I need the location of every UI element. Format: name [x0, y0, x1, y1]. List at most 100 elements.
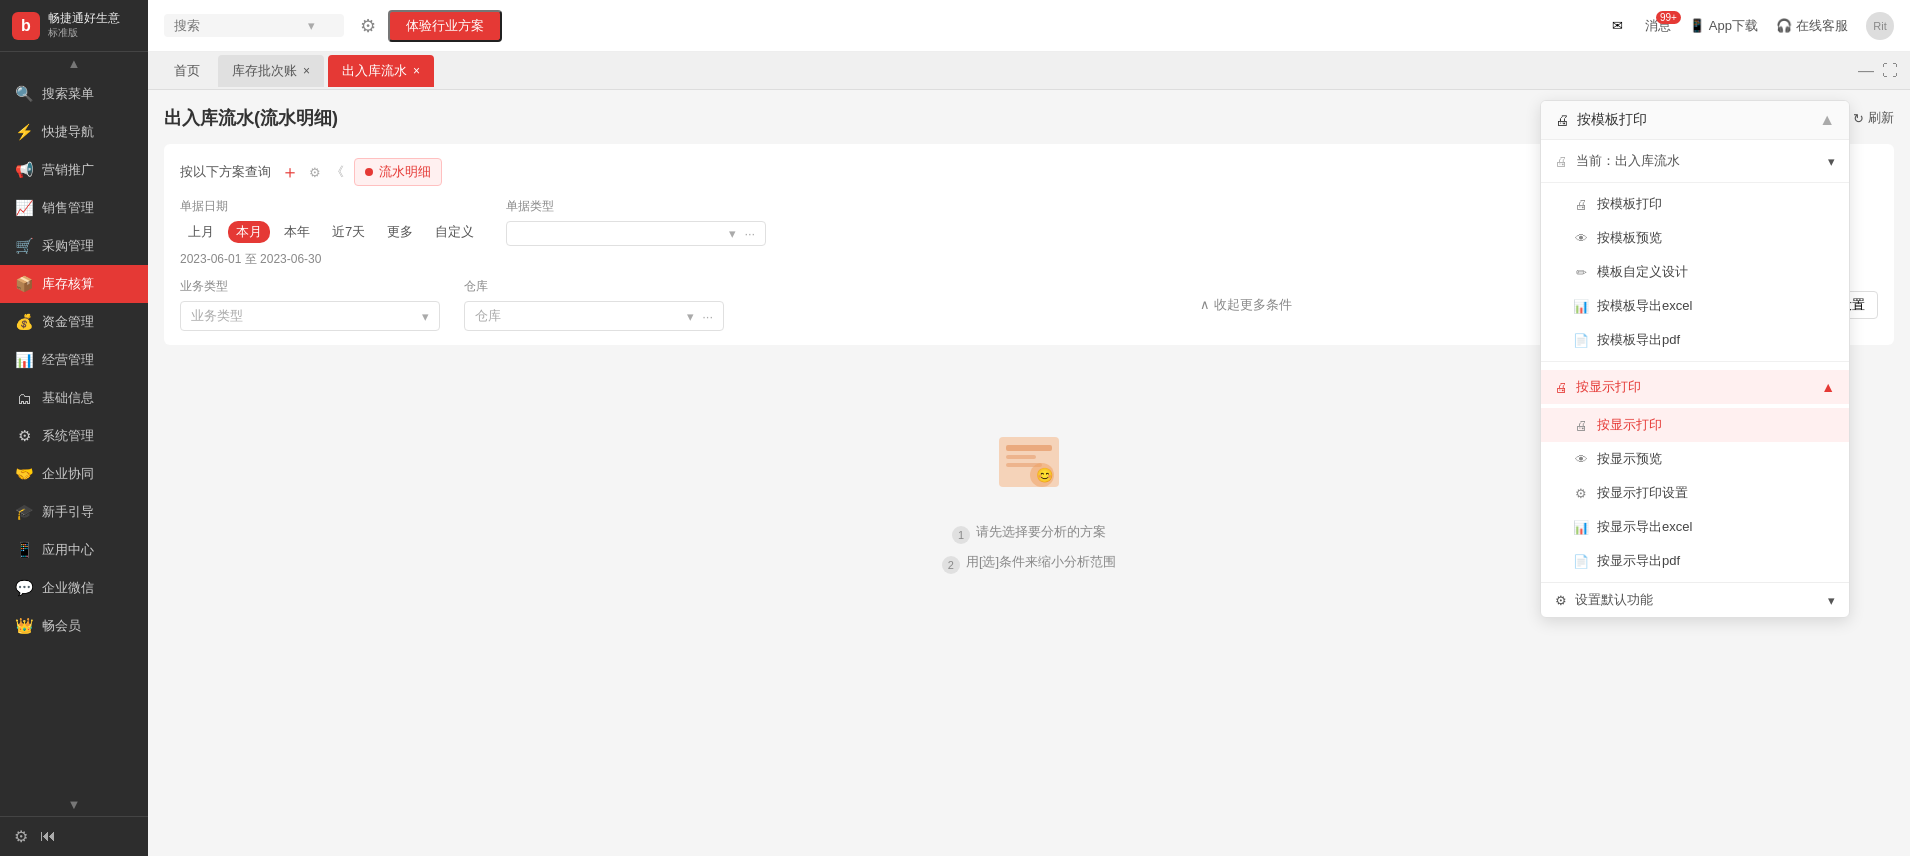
minimize-icon[interactable]: — — [1858, 62, 1874, 80]
warehouse-dropdown[interactable]: 仓库 ▾ ··· — [464, 301, 724, 331]
tab-batch-close-icon[interactable]: × — [303, 64, 310, 78]
date-opt-7days[interactable]: 近7天 — [324, 221, 373, 243]
voucher-type-chevron-icon: ▾ — [729, 226, 736, 241]
dp-current-icon: 🖨 — [1555, 154, 1568, 169]
sidebar-item-finance[interactable]: 💰 资金管理 — [0, 303, 148, 341]
dp-item-template-pdf[interactable]: 📄 按模板导出pdf — [1541, 323, 1849, 357]
date-opt-custom[interactable]: 自定义 — [427, 221, 482, 243]
online-service-btn[interactable]: 🎧 在线客服 — [1776, 17, 1848, 35]
date-opt-this-month[interactable]: 本月 — [228, 221, 270, 243]
tab-home[interactable]: 首页 — [160, 57, 214, 85]
sidebar-item-sales[interactable]: 📈 销售管理 — [0, 189, 148, 227]
dp-item-template-preview[interactable]: 👁 按模板预览 — [1541, 221, 1849, 255]
collapse-more-btn[interactable]: ∧ 收起更多条件 — [1200, 296, 1292, 314]
dp-item-template-excel[interactable]: 📊 按模板导出excel — [1541, 289, 1849, 323]
dp-close-arrow-icon[interactable]: ▲ — [1819, 111, 1835, 129]
dp-display-group-label: 按显示打印 — [1576, 378, 1641, 396]
dp-header-left: 🖨 按模板打印 — [1555, 111, 1647, 129]
sidebar: b 畅捷通好生意 标准版 ▲ 🔍 搜索菜单 ⚡ 快捷导航 📢 营销推广 📈 销售… — [0, 0, 148, 856]
tabbar: 首页 库存批次账 × 出入库流水 × — ⛶ — [148, 52, 1910, 90]
sidebar-item-vip[interactable]: 👑 畅会员 — [0, 607, 148, 645]
tab-flow-close-icon[interactable]: × — [413, 64, 420, 78]
sidebar-label-app: 应用中心 — [42, 541, 94, 559]
refresh-btn[interactable]: ↻ 刷新 — [1853, 109, 1894, 127]
sidebar-item-collab[interactable]: 🤝 企业协同 — [0, 455, 148, 493]
sidebar-item-base[interactable]: 🗂 基础信息 — [0, 379, 148, 417]
dp-item-display-print[interactable]: 🖨 按显示打印 — [1541, 408, 1849, 442]
trial-button[interactable]: 体验行业方案 — [388, 10, 502, 42]
sidebar-item-search[interactable]: 🔍 搜索菜单 — [0, 75, 148, 113]
scroll-up-btn[interactable]: ▲ — [0, 52, 148, 75]
sidebar-label-guide: 新手引导 — [42, 503, 94, 521]
search-box[interactable]: ▾ — [164, 14, 344, 37]
sidebar-item-system[interactable]: ⚙ 系统管理 — [0, 417, 148, 455]
filter-voucher-type-select[interactable]: ▾ ··· — [506, 221, 766, 246]
dp-item-display-excel[interactable]: 📊 按显示导出excel — [1541, 510, 1849, 544]
app-version: 标准版 — [48, 26, 120, 40]
sidebar-item-purchase[interactable]: 🛒 采购管理 — [0, 227, 148, 265]
sidebar-item-wechat[interactable]: 💬 企业微信 — [0, 569, 148, 607]
sidebar-icon-vip: 👑 — [14, 617, 34, 635]
tab-batch[interactable]: 库存批次账 × — [218, 55, 324, 87]
dp-item-display-pdf[interactable]: 📄 按显示导出pdf — [1541, 544, 1849, 578]
date-opt-last-month[interactable]: 上月 — [180, 221, 222, 243]
dp-item-display-preview[interactable]: 👁 按显示预览 — [1541, 442, 1849, 476]
warehouse-chevron-icon: ▾ — [687, 309, 694, 324]
dp-display-settings-label: 按显示打印设置 — [1597, 484, 1688, 502]
refresh-label: 刷新 — [1868, 109, 1894, 127]
dp-current-label: 🖨 当前：出入库流水 ▾ — [1541, 144, 1849, 178]
tab-batch-label: 库存批次账 — [232, 62, 297, 80]
filter-add-icon[interactable]: ＋ — [281, 160, 299, 184]
dp-footer-icon: ⚙ — [1555, 593, 1567, 608]
app-download-label: App下载 — [1709, 17, 1758, 35]
collapse-sidebar-icon[interactable]: ⏮ — [40, 827, 56, 846]
dp-display-group-left: 🖨 按显示打印 — [1555, 378, 1641, 396]
dropdown-panel: 🖨 按模板打印 ▲ 🖨 当前：出入库流水 ▾ 🖨 按模板打印 👁 按模板预览 ✏… — [1540, 100, 1850, 618]
dp-item-template-design[interactable]: ✏ 模板自定义设计 — [1541, 255, 1849, 289]
filter-tag[interactable]: 流水明细 — [354, 158, 442, 186]
sidebar-item-guide[interactable]: 🎓 新手引导 — [0, 493, 148, 531]
message-btn[interactable]: ✉ 99+ 消息 — [1612, 17, 1671, 35]
dp-display-preview-label: 按显示预览 — [1597, 450, 1662, 468]
filter-voucher-label: 单据类型 — [506, 198, 766, 215]
online-service-label: 在线客服 — [1796, 17, 1848, 35]
sidebar-item-marketing[interactable]: 📢 营销推广 — [0, 151, 148, 189]
dp-display-excel-label: 按显示导出excel — [1597, 518, 1692, 536]
voucher-type-more-icon[interactable]: ··· — [744, 226, 755, 241]
topbar-gear-icon[interactable]: ⚙ — [360, 15, 376, 37]
dp-divider2 — [1541, 361, 1849, 362]
dp-item-template-print[interactable]: 🖨 按模板打印 — [1541, 187, 1849, 221]
maximize-icon[interactable]: ⛶ — [1882, 62, 1898, 80]
filter-date-label: 单据日期 — [180, 198, 482, 215]
date-opt-this-year[interactable]: 本年 — [276, 221, 318, 243]
date-opt-more[interactable]: 更多 — [379, 221, 421, 243]
dp-footer[interactable]: ⚙ 设置默认功能 ▾ — [1541, 582, 1849, 617]
dp-item-display-settings[interactable]: ⚙ 按显示打印设置 — [1541, 476, 1849, 510]
sidebar-item-quick[interactable]: ⚡ 快捷导航 — [0, 113, 148, 151]
hint1-row: 1 请先选择要分析的方案 — [952, 523, 1106, 547]
dp-template-preview-icon: 👁 — [1573, 230, 1589, 246]
tab-flow[interactable]: 出入库流水 × — [328, 55, 434, 87]
sidebar-item-operation[interactable]: 📊 经营管理 — [0, 341, 148, 379]
sidebar-label-wechat: 企业微信 — [42, 579, 94, 597]
search-input[interactable] — [174, 18, 304, 33]
business-type-dropdown[interactable]: 业务类型 ▾ — [180, 301, 440, 331]
hint1-num: 1 — [952, 526, 970, 544]
dp-display-group-header[interactable]: 🖨 按显示打印 ▲ — [1541, 370, 1849, 404]
scroll-down-btn[interactable]: ▼ — [0, 793, 148, 816]
sidebar-label-sales: 销售管理 — [42, 199, 94, 217]
filter-warehouse-label: 仓库 — [464, 278, 724, 295]
dp-display-settings-icon: ⚙ — [1573, 485, 1589, 501]
dp-template-design-icon: ✏ — [1573, 264, 1589, 280]
sidebar-item-inventory[interactable]: 📦 库存核算 — [0, 265, 148, 303]
settings-icon[interactable]: ⚙ — [14, 827, 28, 846]
warehouse-more-icon[interactable]: ··· — [702, 309, 713, 324]
collapse-label: 收起更多条件 — [1214, 296, 1292, 314]
app-download-btn[interactable]: 📱 App下载 — [1689, 17, 1758, 35]
dp-display-excel-icon: 📊 — [1573, 519, 1589, 535]
user-avatar[interactable]: Rit — [1866, 12, 1894, 40]
filter-gear-icon[interactable]: ⚙ — [309, 165, 321, 180]
sidebar-item-app[interactable]: 📱 应用中心 — [0, 531, 148, 569]
message-icon: ✉ — [1612, 18, 1623, 33]
filter-collapse-icon[interactable]: 《 — [331, 163, 344, 181]
